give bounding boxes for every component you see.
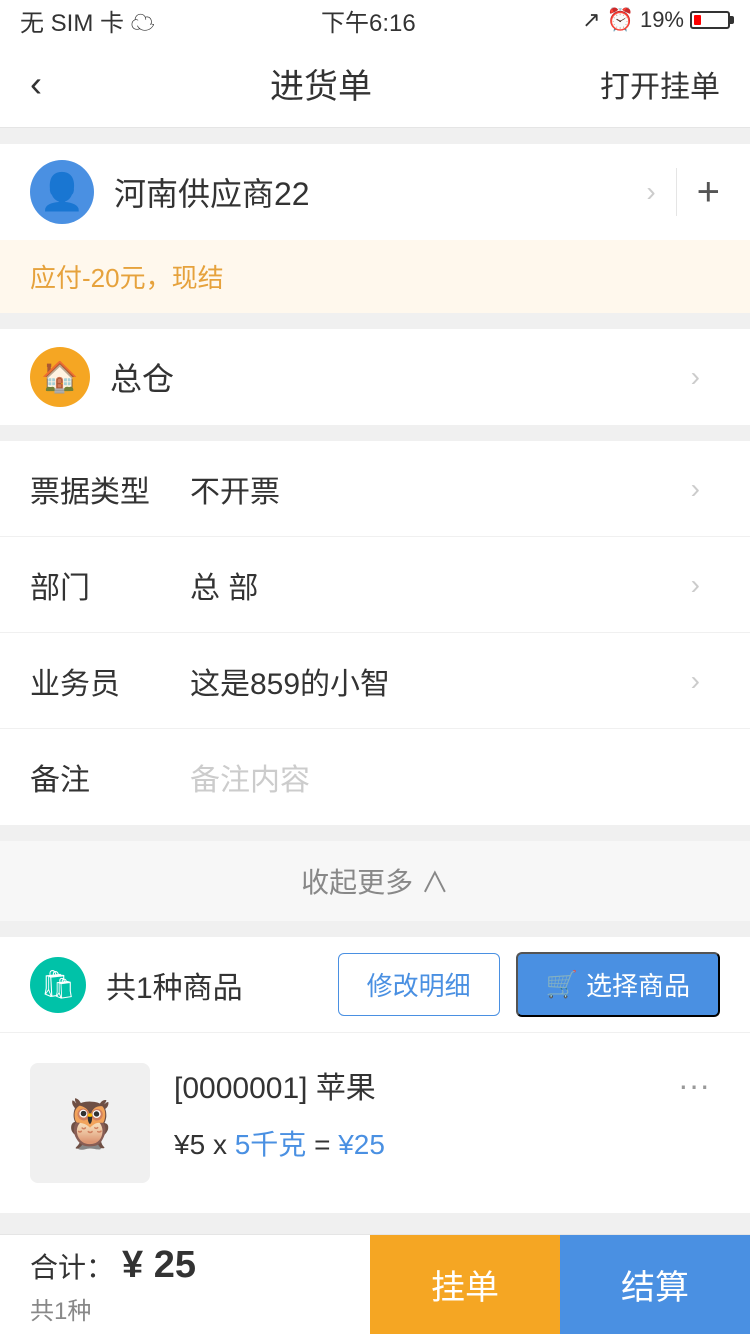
avatar-icon: 👤 (40, 171, 85, 213)
collapse-text: 收起更多 ∧ (301, 861, 449, 901)
department-row[interactable]: 部门 总 部 › (0, 537, 750, 633)
salesperson-value: 这是859的小智 (170, 659, 691, 703)
department-label: 部门 (30, 563, 170, 607)
hang-order-button[interactable]: 挂单 (370, 1235, 560, 1334)
chevron-right-icon: › (646, 176, 655, 208)
product-name: [0000001] 苹果 (174, 1063, 668, 1107)
vertical-divider (676, 168, 677, 216)
status-time: 下午6:16 (321, 3, 416, 38)
back-button[interactable]: ‹ (30, 63, 42, 105)
supplier-name: 河南供应商22 (114, 169, 646, 215)
open-hang-button[interactable]: 打开挂单 (600, 62, 720, 106)
supplier-row[interactable]: 👤 河南供应商22 › + (0, 144, 750, 240)
bottom-bar: 合计： ¥ 25 共1种 挂单 结算 (0, 1234, 750, 1334)
warehouse-section[interactable]: 🏠 总仓 › (0, 329, 750, 425)
nav-bar: ‹ 进货单 打开挂单 (0, 40, 750, 128)
status-bar: 无 SIM 卡 ☁ 下午6:16 ↗ ⏰ 19% (0, 0, 750, 40)
quantity: 5千克 (235, 1129, 307, 1160)
department-value: 总 部 (170, 563, 691, 607)
product-title: 苹果 (316, 1072, 376, 1105)
select-product-label: 选择商品 (586, 966, 690, 1003)
chevron-right-icon: › (691, 665, 700, 697)
total-section: 合计： ¥ 25 共1种 (0, 1235, 370, 1334)
remark-placeholder: 备注内容 (170, 755, 720, 799)
total-count: 共1种 (30, 1291, 340, 1326)
owl-icon: 🦉 (60, 1095, 120, 1152)
product-price-row: ¥5 x 5千克 = ¥25 (174, 1123, 668, 1163)
signal-text: 无 SIM 卡 ☁ (20, 3, 155, 38)
chevron-right-icon: › (691, 569, 700, 601)
notice-bar: 应付-20元，现结 (0, 240, 750, 313)
products-count: 共1种商品 (106, 963, 338, 1007)
multiply-sign: x (213, 1129, 235, 1160)
location-icon: ↗ (582, 7, 600, 33)
supplier-section: 👤 河南供应商22 › + 应付-20元，现结 (0, 144, 750, 313)
modify-detail-button[interactable]: 修改明细 (338, 953, 500, 1016)
products-section: 🛍 共1种商品 修改明细 🛒 选择商品 🦉 [0000001] 苹果 ¥5 x … (0, 937, 750, 1214)
salesperson-label: 业务员 (30, 659, 170, 703)
bag-icon: 🛍 (40, 968, 76, 1001)
invoice-type-label: 票据类型 (30, 467, 170, 511)
checkout-label: 结算 (621, 1260, 689, 1309)
remark-row[interactable]: 备注 备注内容 (0, 729, 750, 825)
total-row: 合计： ¥ 25 (30, 1244, 340, 1287)
battery-icon (690, 11, 730, 29)
notice-text: 应付-20元，现结 (30, 263, 224, 293)
warehouse-icon: 🏠 (41, 360, 78, 395)
chevron-right-icon: › (691, 473, 700, 505)
product-thumbnail: 🦉 (30, 1063, 150, 1183)
hang-order-label: 挂单 (431, 1260, 499, 1309)
warehouse-name: 总仓 (110, 354, 691, 400)
supplier-avatar: 👤 (30, 160, 94, 224)
unit-price: ¥5 (174, 1129, 205, 1160)
collapse-more[interactable]: 收起更多 ∧ (0, 841, 750, 921)
checkout-button[interactable]: 结算 (560, 1235, 750, 1334)
warehouse-icon-wrap: 🏠 (30, 347, 90, 407)
chevron-right-icon: › (691, 361, 700, 393)
cart-icon: 🛒 (546, 969, 578, 1000)
alarm-icon: ⏰ (607, 7, 634, 33)
add-supplier-button[interactable]: + (697, 170, 720, 215)
total-price: ¥25 (338, 1129, 385, 1160)
remark-label: 备注 (30, 755, 170, 799)
invoice-type-row[interactable]: 票据类型 不开票 › (0, 441, 750, 537)
form-section: 票据类型 不开票 › 部门 总 部 › 业务员 这是859的小智 › 备注 备注… (0, 441, 750, 825)
invoice-type-value: 不开票 (170, 467, 691, 511)
battery-text: 19% (640, 7, 684, 33)
salesperson-row[interactable]: 业务员 这是859的小智 › (0, 633, 750, 729)
status-right: ↗ ⏰ 19% (582, 7, 730, 33)
status-left: 无 SIM 卡 ☁ (20, 3, 155, 38)
equals-sign: = (314, 1129, 338, 1160)
products-header: 🛍 共1种商品 修改明细 🛒 选择商品 (0, 937, 750, 1033)
select-product-button[interactable]: 🛒 选择商品 (516, 952, 720, 1017)
product-info: [0000001] 苹果 ¥5 x 5千克 = ¥25 (174, 1063, 668, 1163)
total-label: 合计： (30, 1246, 114, 1286)
bag-icon-wrap: 🛍 (30, 957, 86, 1013)
product-more-button[interactable]: ··· (668, 1063, 720, 1108)
total-amount: ¥ 25 (122, 1244, 196, 1287)
product-code: [0000001] (174, 1072, 307, 1105)
product-item: 🦉 [0000001] 苹果 ¥5 x 5千克 = ¥25 ··· (0, 1033, 750, 1214)
page-title: 进货单 (270, 59, 372, 108)
